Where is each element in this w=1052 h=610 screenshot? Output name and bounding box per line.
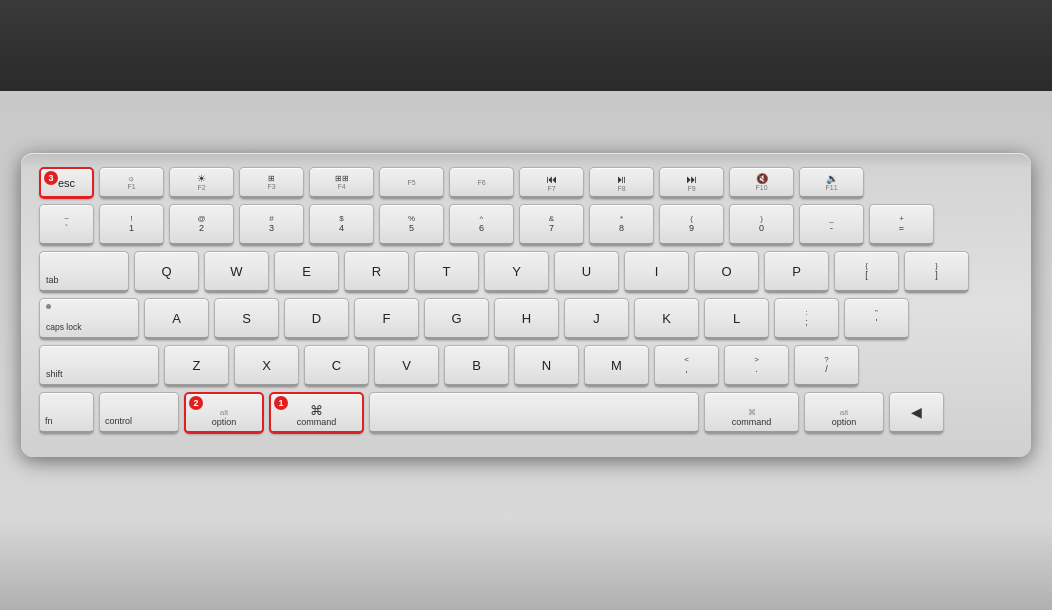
s-key[interactable]: S bbox=[214, 298, 279, 340]
q-key[interactable]: Q bbox=[134, 251, 199, 293]
e-key[interactable]: E bbox=[274, 251, 339, 293]
esc-label: esc bbox=[58, 177, 75, 189]
bottom-key-row: fn control 2 alt option 1 ⌘ command bbox=[39, 392, 1013, 434]
f7-key[interactable]: ⏮ F7 bbox=[519, 167, 584, 199]
i-key[interactable]: I bbox=[624, 251, 689, 293]
j-key[interactable]: J bbox=[564, 298, 629, 340]
4-key[interactable]: $ 4 bbox=[309, 204, 374, 246]
w-key[interactable]: W bbox=[204, 251, 269, 293]
d-key[interactable]: D bbox=[284, 298, 349, 340]
left-command-key[interactable]: 1 ⌘ command bbox=[269, 392, 364, 434]
f1-key[interactable]: ☼ F1 bbox=[99, 167, 164, 199]
l-key[interactable]: L bbox=[704, 298, 769, 340]
k-key[interactable]: K bbox=[634, 298, 699, 340]
comma-key[interactable]: < , bbox=[654, 345, 719, 387]
f5-key[interactable]: F5 bbox=[379, 167, 444, 199]
m-key[interactable]: M bbox=[584, 345, 649, 387]
qwerty-key-row: tab Q W E R T Y U I O P { [ } ] bbox=[39, 251, 1013, 293]
semicolon-key[interactable]: : ; bbox=[774, 298, 839, 340]
f4-key[interactable]: ⊞⊞ F4 bbox=[309, 167, 374, 199]
badge-2: 2 bbox=[189, 396, 203, 410]
3-key[interactable]: # 3 bbox=[239, 204, 304, 246]
f2-key[interactable]: ☀ F2 bbox=[169, 167, 234, 199]
caps-lock-key[interactable]: caps lock bbox=[39, 298, 139, 340]
y-key[interactable]: Y bbox=[484, 251, 549, 293]
p-key[interactable]: P bbox=[764, 251, 829, 293]
9-key[interactable]: ( 9 bbox=[659, 204, 724, 246]
r-key[interactable]: R bbox=[344, 251, 409, 293]
left-option-key[interactable]: 2 alt option bbox=[184, 392, 264, 434]
b-key[interactable]: B bbox=[444, 345, 509, 387]
u-key[interactable]: U bbox=[554, 251, 619, 293]
7-key[interactable]: & 7 bbox=[519, 204, 584, 246]
equals-key[interactable]: + = bbox=[869, 204, 934, 246]
x-key[interactable]: X bbox=[234, 345, 299, 387]
5-key[interactable]: % 5 bbox=[379, 204, 444, 246]
bracket-open-key[interactable]: { [ bbox=[834, 251, 899, 293]
f-key[interactable]: F bbox=[354, 298, 419, 340]
mac-keyboard: 3 esc ☼ F1 ☀ F2 ⊞ F3 ⊞⊞ F4 F5 bbox=[21, 153, 1031, 457]
n-key[interactable]: N bbox=[514, 345, 579, 387]
fn-key[interactable]: fn bbox=[39, 392, 94, 434]
bracket-close-key[interactable]: } ] bbox=[904, 251, 969, 293]
arrow-left-key[interactable]: ◀ bbox=[889, 392, 944, 434]
a-key[interactable]: A bbox=[144, 298, 209, 340]
spacebar-key[interactable] bbox=[369, 392, 699, 434]
2-key[interactable]: @ 2 bbox=[169, 204, 234, 246]
right-command-key[interactable]: ⌘ command bbox=[704, 392, 799, 434]
g-key[interactable]: G bbox=[424, 298, 489, 340]
quote-key[interactable]: " ' bbox=[844, 298, 909, 340]
tilde-key[interactable]: ~ ` bbox=[39, 204, 94, 246]
minus-key[interactable]: _ - bbox=[799, 204, 864, 246]
home-key-row: caps lock A S D F G H J K L : ; " ' bbox=[39, 298, 1013, 340]
tab-key[interactable]: tab bbox=[39, 251, 129, 293]
z-key[interactable]: Z bbox=[164, 345, 229, 387]
0-key[interactable]: ) 0 bbox=[729, 204, 794, 246]
period-key[interactable]: > . bbox=[724, 345, 789, 387]
o-key[interactable]: O bbox=[694, 251, 759, 293]
left-shift-key[interactable]: shift bbox=[39, 345, 159, 387]
c-key[interactable]: C bbox=[304, 345, 369, 387]
t-key[interactable]: T bbox=[414, 251, 479, 293]
control-key[interactable]: control bbox=[99, 392, 179, 434]
f9-key[interactable]: ⏭ F9 bbox=[659, 167, 724, 199]
f8-key[interactable]: ⏯ F8 bbox=[589, 167, 654, 199]
v-key[interactable]: V bbox=[374, 345, 439, 387]
keyboard-photo-background: 3 esc ☼ F1 ☀ F2 ⊞ F3 ⊞⊞ F4 F5 bbox=[0, 0, 1052, 610]
badge-3: 3 bbox=[44, 171, 58, 185]
shift-key-row: shift Z X C V B N M < , > . ? / bbox=[39, 345, 1013, 387]
esc-key[interactable]: 3 esc bbox=[39, 167, 94, 199]
f3-key[interactable]: ⊞ F3 bbox=[239, 167, 304, 199]
right-option-key[interactable]: alt option bbox=[804, 392, 884, 434]
number-key-row: ~ ` ! 1 @ 2 # 3 $ 4 % 5 bbox=[39, 204, 1013, 246]
slash-key[interactable]: ? / bbox=[794, 345, 859, 387]
f11-key[interactable]: 🔉 F11 bbox=[799, 167, 864, 199]
1-key[interactable]: ! 1 bbox=[99, 204, 164, 246]
badge-1: 1 bbox=[274, 396, 288, 410]
8-key[interactable]: * 8 bbox=[589, 204, 654, 246]
6-key[interactable]: ^ 6 bbox=[449, 204, 514, 246]
f6-key[interactable]: F6 bbox=[449, 167, 514, 199]
fn-key-row: 3 esc ☼ F1 ☀ F2 ⊞ F3 ⊞⊞ F4 F5 bbox=[39, 167, 1013, 199]
f10-key[interactable]: 🔇 F10 bbox=[729, 167, 794, 199]
h-key[interactable]: H bbox=[494, 298, 559, 340]
